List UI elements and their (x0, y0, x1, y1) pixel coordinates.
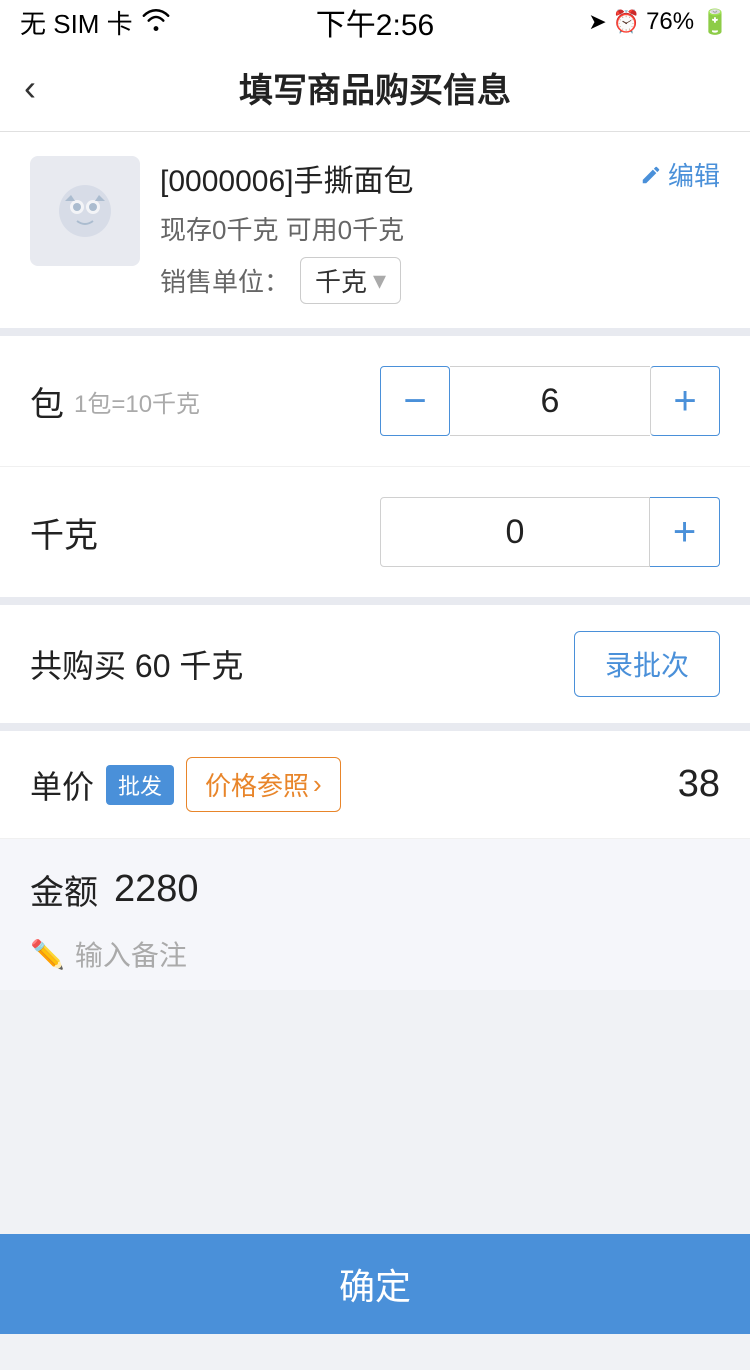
amount-row: 金额 2280 (30, 865, 720, 914)
bao-quantity-control: − + (380, 366, 720, 436)
back-button[interactable]: ‹ (24, 67, 36, 109)
amount-value: 2280 (114, 868, 199, 911)
kg-plus-button[interactable]: + (650, 497, 720, 567)
bao-quantity-row: 包 1包=10千克 − + (0, 336, 750, 467)
nav-bar: ‹ 填写商品购买信息 (0, 44, 750, 132)
kg-quantity-control: + (380, 497, 720, 567)
bao-plus-button[interactable]: + (650, 366, 720, 436)
confirm-button[interactable]: 确定 (339, 1258, 411, 1310)
status-bar: 无 SIM 卡 下午2:56 ➤ ⏰ 76% 🔋 (0, 0, 750, 44)
bao-quantity-input[interactable] (450, 366, 650, 436)
bao-minus-button[interactable]: − (380, 366, 450, 436)
product-stock: 现存0千克 可用0千克 (160, 210, 720, 247)
product-image (30, 156, 140, 266)
kg-quantity-input[interactable] (380, 497, 650, 567)
product-info: [0000006]手撕面包 编辑 现存0千克 可用0千克 销售单位： 千克 ▾ (160, 156, 720, 304)
price-ref-chevron: › (313, 769, 322, 800)
edit-button[interactable]: 编辑 (640, 156, 720, 193)
edit-label: 编辑 (668, 156, 720, 193)
unit-dropdown[interactable]: 千克 ▾ (300, 257, 401, 304)
battery-percent: 76% (646, 8, 694, 36)
kg-label: 千克 (30, 508, 98, 557)
batch-button[interactable]: 录批次 (574, 631, 720, 697)
price-label: 单价 (30, 762, 94, 808)
alarm-icon: ⏰ (613, 9, 640, 35)
amount-label: 金额 (30, 865, 98, 914)
confirm-bar[interactable]: 确定 (0, 1234, 750, 1334)
product-name: [0000006]手撕面包 (160, 156, 413, 200)
price-ref-label: 价格参照 (205, 766, 309, 803)
price-section: 单价 批发 价格参照 › 38 (0, 731, 750, 839)
status-left: 无 SIM 卡 (20, 4, 171, 41)
bao-label: 包 (30, 377, 64, 426)
total-text: 共购买 60 千克 (30, 641, 243, 687)
remark-row[interactable]: ✏️ 输入备注 (30, 934, 720, 974)
bao-hint: 1包=10千克 (74, 384, 200, 419)
wifi-icon (141, 7, 171, 38)
page-title: 填写商品购买信息 (239, 63, 511, 112)
status-right: ➤ ⏰ 76% 🔋 (588, 8, 730, 37)
location-icon: ➤ (588, 9, 606, 35)
amount-section: 金额 2280 ✏️ 输入备注 (0, 839, 750, 990)
price-value: 38 (678, 763, 720, 806)
product-card: [0000006]手撕面包 编辑 现存0千克 可用0千克 销售单位： 千克 ▾ (0, 132, 750, 336)
remark-placeholder: 输入备注 (75, 934, 187, 974)
price-ref-button[interactable]: 价格参照 › (186, 757, 341, 812)
battery-icon: 🔋 (700, 8, 730, 37)
dropdown-arrow: ▾ (373, 265, 386, 296)
price-label-row: 单价 批发 价格参照 › (30, 757, 341, 812)
status-time: 下午2:56 (316, 0, 434, 44)
unit-value: 千克 (315, 262, 367, 299)
edit-remark-icon: ✏️ (30, 938, 65, 971)
price-tag: 批发 (106, 765, 174, 805)
kg-quantity-row: 千克 + (0, 467, 750, 605)
carrier-text: 无 SIM 卡 (20, 4, 133, 41)
unit-label: 销售单位： (160, 262, 290, 299)
total-row: 共购买 60 千克 录批次 (0, 605, 750, 731)
